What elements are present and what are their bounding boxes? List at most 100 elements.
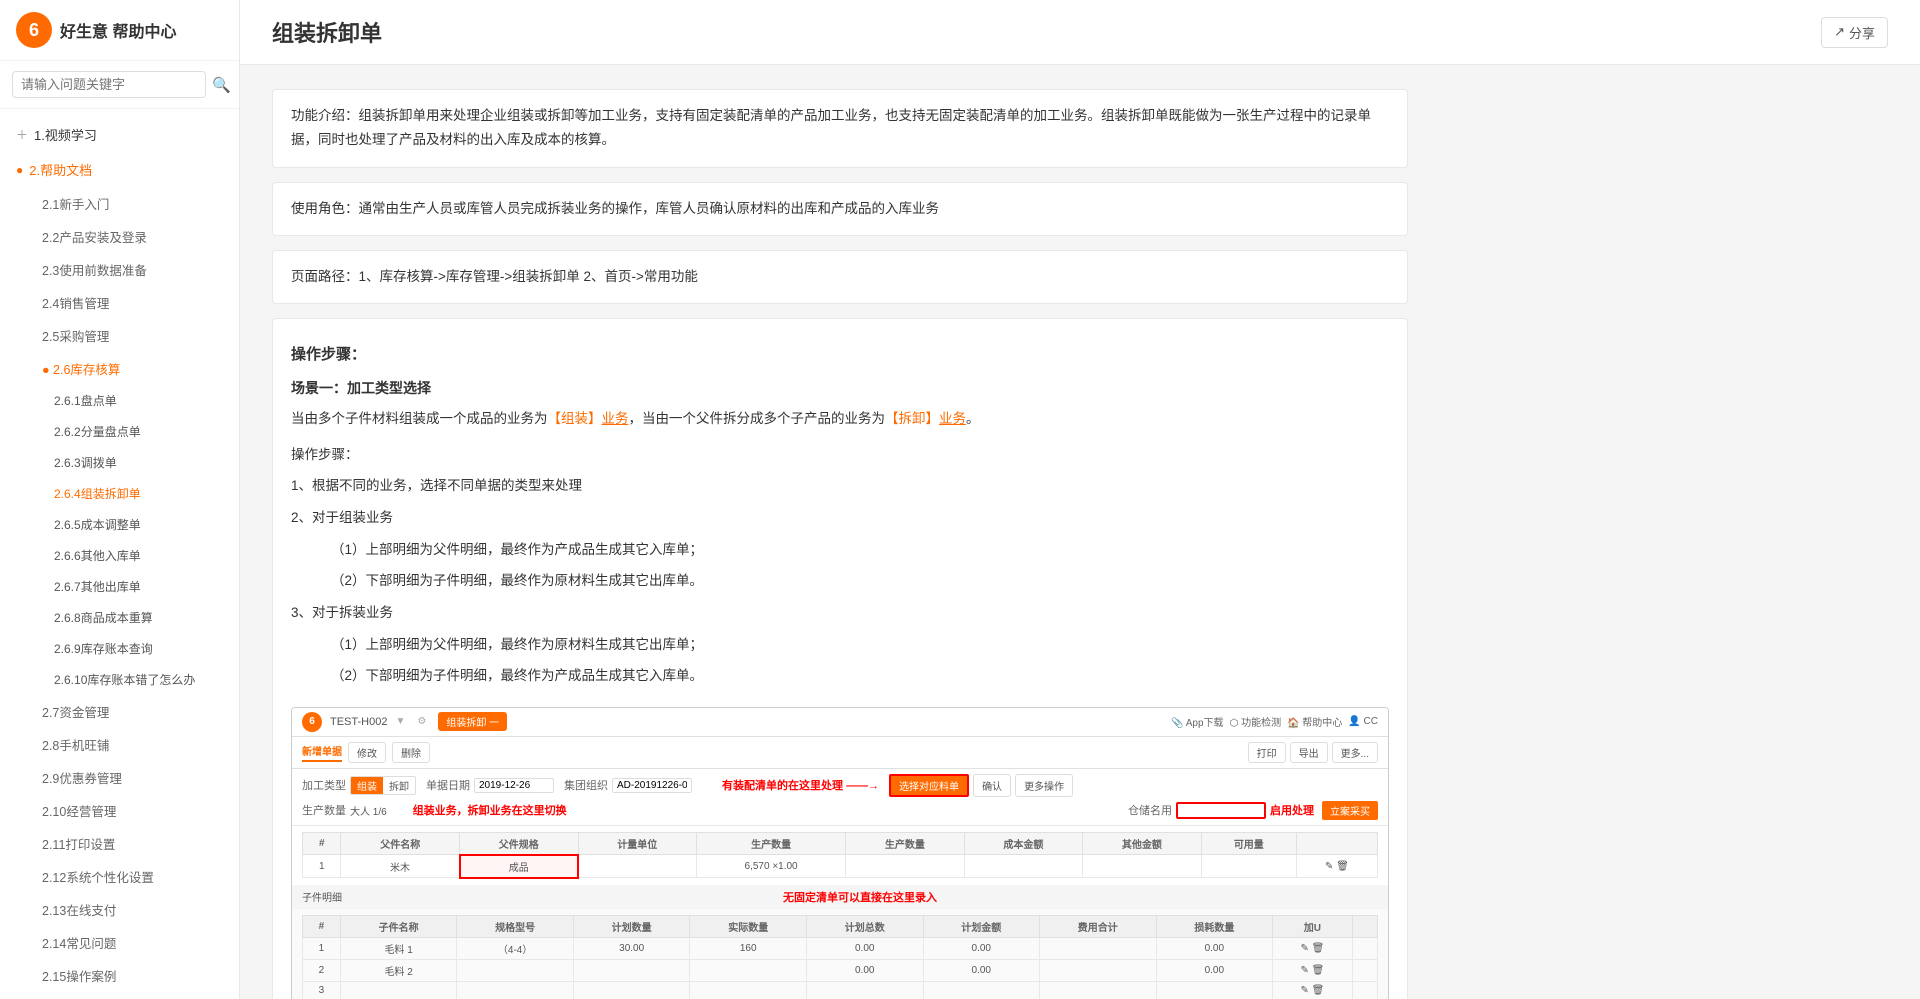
mock-parent-table-area: # 父件名称 父件规格 计量单位 生产数量 生产数量 成本金额 其他金额 可用量 — [292, 826, 1388, 885]
step2: 2、对于组装业务 — [291, 505, 1389, 531]
sidebar-item-2-5[interactable]: 2.5采购管理 — [0, 319, 239, 352]
sidebar-item-2-2[interactable]: 2.2产品安装及登录 — [0, 220, 239, 253]
sidebar-item-2-6-2[interactable]: 2.6.2分量盘点单 — [0, 416, 239, 447]
mock-storage-input[interactable] — [1176, 802, 1266, 819]
th-other: 其他金额 — [1083, 832, 1202, 855]
annotation-mid: 组装业务，拆卸业务在这里切换 — [413, 802, 567, 818]
mock-type-disassemble[interactable]: 拆卸 — [383, 777, 415, 794]
mock-date-input[interactable] — [474, 778, 554, 793]
sidebar-item-2-6-5[interactable]: 2.6.5成本调整单 — [0, 509, 239, 540]
main-content: 组装拆卸单 ↗ 分享 功能介绍：组装拆卸单用来处理企业组装或拆卸等加工业务，支持… — [240, 0, 1920, 999]
search-box: 🔍 — [0, 61, 239, 109]
th-num: # — [303, 832, 341, 855]
annotation-bottom: 无固定清单可以直接在这里录入 — [783, 889, 937, 905]
sidebar-item-2-6[interactable]: ● 2.6库存核算 — [0, 352, 239, 385]
sidebar-item-2-6-9[interactable]: 2.6.9库存账本查询 — [0, 633, 239, 664]
plus-icon: ＋ — [16, 126, 28, 143]
main-header: 组装拆卸单 ↗ 分享 — [240, 0, 1920, 65]
step3: 3、对于拆装业务 — [291, 600, 1389, 626]
sidebar-item-video[interactable]: ＋ 1.视频学习 — [0, 117, 239, 152]
screenshot-container: 6 TEST-H002 ▼ ⚙ 组装拆卸 一 📎 App下载 ⬡ 功能检测 🏠 … — [291, 707, 1389, 999]
function-intro-text: 功能介绍：组装拆卸单用来处理企业组装或拆卸等加工业务，支持有固定装配清单的产品加… — [291, 108, 1371, 147]
sidebar: 6 好生意 帮助中心 🔍 ＋ 1.视频学习 ● 2.帮助文档 2.1新手入门 2… — [0, 0, 240, 999]
sidebar-item-2-10[interactable]: 2.10经营管理 — [0, 794, 239, 827]
th-cost: 成本金额 — [964, 832, 1083, 855]
logo-icon: 6 — [16, 12, 52, 48]
mock-form-area: 加工类型 组装 拆卸 单据日期 集团组织 — [292, 769, 1388, 826]
mock-topright: 📎 App下载 ⬡ 功能检测 🏠 帮助中心 👤 CC — [1171, 714, 1378, 729]
mock-confirm-btn[interactable]: 确认 — [973, 774, 1011, 797]
th-produce-qty2: 生产数量 — [846, 832, 965, 855]
sidebar-item-2-14[interactable]: 2.14常见问题 — [0, 926, 239, 959]
mock-nav-btn[interactable]: 组装拆卸 一 — [438, 712, 507, 731]
mock-type-field: 加工类型 组装 拆卸 — [302, 776, 416, 795]
mock-sub-table-area: # 子件名称 规格型号 计划数量 实际数量 计划总数 计划金额 费用合计 损耗数… — [292, 909, 1388, 999]
steps-heading-label: 操作步骤： — [291, 442, 1389, 468]
content-body: 功能介绍：组装拆卸单用来处理企业组装或拆卸等加工业务，支持有固定装配清单的产品加… — [240, 65, 1440, 999]
sidebar-item-2-3[interactable]: 2.3使用前数据准备 — [0, 253, 239, 286]
sidebar-item-2-6-8[interactable]: 2.6.8商品成本重算 — [0, 602, 239, 633]
mock-sub-header: 子件明细 无固定清单可以直接在这里录入 — [292, 885, 1388, 909]
mock-btn-delete[interactable]: 删除 — [392, 742, 430, 763]
step3-sub2: （2）下部明细为子件明细，最终作为产成品生成其它入库单。 — [291, 663, 1389, 689]
operations-heading: 操作步骤： — [291, 343, 1389, 364]
sidebar-item-2-1[interactable]: 2.1新手入门 — [0, 187, 239, 220]
sidebar-item-2-6-3[interactable]: 2.6.3调拨单 — [0, 447, 239, 478]
mock-sub-table: # 子件名称 规格型号 计划数量 实际数量 计划总数 计划金额 费用合计 损耗数… — [302, 915, 1378, 999]
sidebar-header: 6 好生意 帮助中心 — [0, 0, 239, 61]
share-label: 分享 — [1849, 23, 1875, 42]
mock-cancel-btn[interactable]: 更多操作 — [1015, 774, 1073, 797]
sidebar-nav: ＋ 1.视频学习 ● 2.帮助文档 2.1新手入门 2.2产品安装及登录 2.3… — [0, 109, 239, 999]
sidebar-item-2-15[interactable]: 2.15操作案例 — [0, 959, 239, 992]
share-icon: ↗ — [1834, 24, 1845, 40]
role-info-block: 使用角色：通常由生产人员或库管人员完成拆装业务的操作，库管人员确认原材料的出库和… — [272, 182, 1408, 236]
role-info-text: 使用角色：通常由生产人员或库管人员完成拆装业务的操作，库管人员确认原材料的出库和… — [291, 201, 939, 216]
sidebar-item-2-6-6[interactable]: 2.6.6其他入库单 — [0, 540, 239, 571]
mock-select-plan-btn[interactable]: 选择对应料单 — [889, 774, 969, 797]
path-info-block: 页面路径：1、库存核算->库存管理->组装拆卸单 2、首页->常用功能 — [272, 250, 1408, 304]
search-icon[interactable]: 🔍 — [212, 76, 231, 94]
mock-type-assemble[interactable]: 组装 — [351, 777, 383, 794]
sidebar-item-2-9[interactable]: 2.9优惠券管理 — [0, 761, 239, 794]
minus-icon: ● — [16, 163, 23, 177]
mock-topbar: 6 TEST-H002 ▼ ⚙ 组装拆卸 一 📎 App下载 ⬡ 功能检测 🏠 … — [292, 708, 1388, 737]
nav-section-help: ● 2.帮助文档 2.1新手入门 2.2产品安装及登录 2.3使用前数据准备 2… — [0, 152, 239, 992]
sidebar-item-2-4[interactable]: 2.4销售管理 — [0, 286, 239, 319]
th-unit: 计量单位 — [578, 832, 697, 855]
sidebar-item-2-6-10[interactable]: 2.6.10库存账本错了怎么办 — [0, 664, 239, 695]
sidebar-item-2-7[interactable]: 2.7资金管理 — [0, 695, 239, 728]
th-parent-name: 父件名称 — [341, 832, 460, 855]
sidebar-item-2-13[interactable]: 2.13在线支付 — [0, 893, 239, 926]
mock-logo: 6 — [302, 712, 322, 732]
annotation-right: 启用处理 — [1270, 802, 1314, 818]
sidebar-item-help[interactable]: ● 2.帮助文档 — [0, 152, 239, 187]
mock-sub-row-3: 3 ✎ 🗑 — [303, 981, 1378, 999]
sidebar-item-2-12[interactable]: 2.12系统个性化设置 — [0, 860, 239, 893]
mock-tab-active[interactable]: 新增单据 — [302, 743, 342, 762]
mock-btn-export[interactable]: 导出 — [1290, 742, 1328, 763]
th-ops — [1296, 832, 1377, 855]
mock-btn-more[interactable]: 更多... — [1332, 742, 1378, 763]
mock-billno-input[interactable] — [612, 778, 692, 793]
share-button[interactable]: ↗ 分享 — [1821, 17, 1888, 48]
sidebar-item-2-6-1[interactable]: 2.6.1盘点单 — [0, 385, 239, 416]
sidebar-item-2-6-7[interactable]: 2.6.7其他出库单 — [0, 571, 239, 602]
page-title: 组装拆卸单 — [272, 16, 382, 48]
mock-btn-print[interactable]: 打印 — [1248, 742, 1286, 763]
mock-save-btn[interactable]: 立案采买 — [1322, 801, 1378, 820]
sidebar-item-2-8[interactable]: 2.8手机旺铺 — [0, 728, 239, 761]
th-produce-qty: 生产数量 — [697, 832, 846, 855]
mock-parent-table: # 父件名称 父件规格 计量单位 生产数量 生产数量 成本金额 其他金额 可用量 — [302, 832, 1378, 879]
mock-parent-row-1: 1 米木 成品 6,570 ×1.00 ✎ 🗑 — [303, 855, 1378, 878]
step1: 1、根据不同的业务，选择不同单据的类型来处理 — [291, 473, 1389, 499]
sidebar-item-2-11[interactable]: 2.11打印设置 — [0, 827, 239, 860]
mock-billno-field: 集团组织 — [564, 777, 692, 793]
brand-name: 好生意 帮助中心 — [60, 18, 176, 42]
function-intro-block: 功能介绍：组装拆卸单用来处理企业组装或拆卸等加工业务，支持有固定装配清单的产品加… — [272, 89, 1408, 168]
search-input[interactable] — [12, 71, 206, 98]
sidebar-item-2-6-4-current[interactable]: 2.6.4组装拆卸单 — [0, 478, 239, 509]
step2-sub1: （1）上部明细为父件明细，最终作为产成品生成其它入库单； — [291, 537, 1389, 563]
mock-btn-edit[interactable]: 修改 — [348, 742, 386, 763]
th-avail: 可用量 — [1201, 832, 1296, 855]
mock-toolbar: 新增单据 修改 删除 打印 导出 更多... — [292, 737, 1388, 769]
